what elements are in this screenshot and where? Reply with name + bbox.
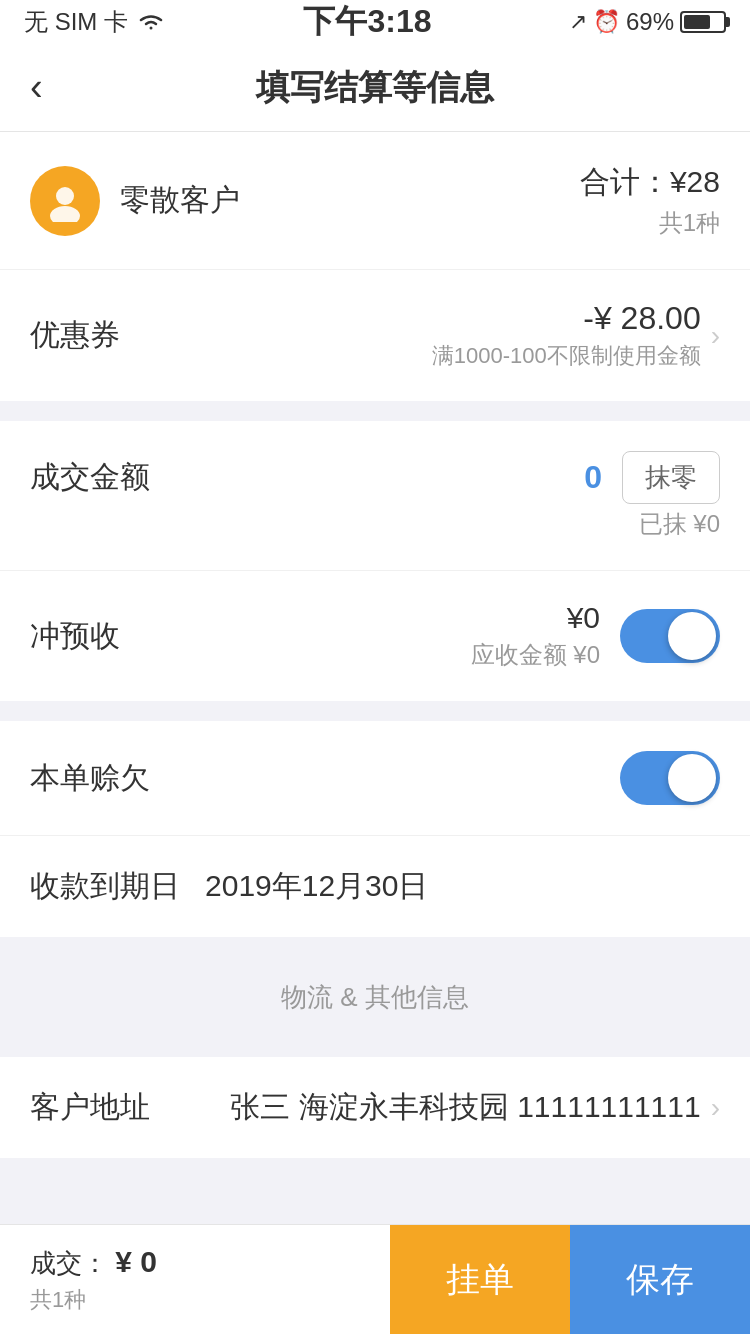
debt-section: 本单赊欠 xyxy=(0,721,750,835)
prepay-toggle[interactable] xyxy=(620,609,720,663)
avatar xyxy=(30,166,100,236)
svg-point-1 xyxy=(50,206,80,222)
prepay-amount: ¥0 xyxy=(471,601,600,635)
customer-section: 零散客户 合计：¥28 共1种 xyxy=(0,132,750,269)
divider-4 xyxy=(0,1037,750,1057)
alarm-icon: ⏰ xyxy=(593,9,620,35)
divider-1 xyxy=(0,401,750,421)
coupon-chevron-icon: › xyxy=(711,320,720,352)
logistics-header-text: 物流 & 其他信息 xyxy=(281,980,469,1015)
logistics-header: 物流 & 其他信息 xyxy=(0,957,750,1037)
divider-3 xyxy=(0,937,750,957)
prepay-row: 冲预收 ¥0 应收金额 ¥0 xyxy=(30,601,720,671)
status-time: 下午3:18 xyxy=(303,0,431,44)
status-left: 无 SIM 卡 xyxy=(24,6,166,38)
prepay-amount-wrap: ¥0 应收金额 ¥0 xyxy=(471,601,600,671)
prepay-section: 冲预收 ¥0 应收金额 ¥0 xyxy=(0,570,750,701)
coupon-section[interactable]: 优惠券 -¥ 28.00 满1000-100不限制使用金额 › xyxy=(0,269,750,401)
customer-right: 合计：¥28 共1种 xyxy=(580,162,720,239)
bottom-count: 共1种 xyxy=(30,1285,360,1315)
due-section: 收款到期日 2019年12月30日 xyxy=(0,835,750,937)
transaction-section: 成交金额 0 抹零 已抹 ¥0 xyxy=(0,421,750,570)
status-right: ↗ ⏰ 69% xyxy=(569,8,726,36)
address-value: 张三 海淀永丰科技园 11111111111 xyxy=(230,1087,700,1128)
round-zero-button[interactable]: 抹零 xyxy=(622,451,720,504)
coupon-amount: -¥ 28.00 xyxy=(432,300,701,337)
transaction-amount: 0 xyxy=(584,459,602,496)
battery-fill xyxy=(684,15,710,29)
toggle-knob xyxy=(668,612,716,660)
due-date-value: 2019年12月30日 xyxy=(205,869,428,902)
debt-toggle[interactable] xyxy=(620,751,720,805)
transaction-row: 成交金额 0 抹零 xyxy=(30,451,720,504)
location-icon: ↗ xyxy=(569,9,587,35)
prepay-right: ¥0 应收金额 ¥0 xyxy=(471,601,720,671)
transaction-sub: 已抹 ¥0 xyxy=(30,508,720,540)
debt-label: 本单赊欠 xyxy=(30,758,150,799)
address-section[interactable]: 客户地址 张三 海淀永丰科技园 11111111111 › xyxy=(0,1057,750,1158)
svg-point-0 xyxy=(56,187,74,205)
address-label: 客户地址 xyxy=(30,1087,150,1128)
due-label-text: 收款到期日 xyxy=(30,869,180,902)
back-button[interactable]: ‹ xyxy=(30,66,43,109)
coupon-desc: 满1000-100不限制使用金额 xyxy=(432,341,701,371)
address-chevron-icon: › xyxy=(711,1092,720,1124)
battery-percent: 69% xyxy=(626,8,674,36)
battery-icon xyxy=(680,11,726,33)
transaction-right: 0 抹零 xyxy=(584,451,720,504)
customer-total: 合计：¥28 xyxy=(580,162,720,203)
bottom-bar: 成交： ¥ 0 共1种 挂单 保存 xyxy=(0,1224,750,1334)
customer-name: 零散客户 xyxy=(120,180,240,221)
carrier-text: 无 SIM 卡 xyxy=(24,6,128,38)
address-right: 张三 海淀永丰科技园 11111111111 › xyxy=(230,1087,720,1128)
hang-order-button[interactable]: 挂单 xyxy=(390,1225,570,1335)
coupon-right: -¥ 28.00 满1000-100不限制使用金额 › xyxy=(432,300,720,371)
bottom-info: 成交： ¥ 0 共1种 xyxy=(0,1245,390,1315)
coupon-label: 优惠券 xyxy=(30,315,120,356)
status-bar: 无 SIM 卡 下午3:18 ↗ ⏰ 69% xyxy=(0,0,750,44)
customer-count: 共1种 xyxy=(580,207,720,239)
content: 零散客户 合计：¥28 共1种 优惠券 -¥ 28.00 满1000-100不限… xyxy=(0,132,750,1334)
divider-2 xyxy=(0,701,750,721)
prepay-label: 冲预收 xyxy=(30,616,120,657)
due-date-label: 收款到期日 2019年12月30日 xyxy=(30,869,429,902)
bottom-deal-label: 成交： xyxy=(30,1248,108,1278)
transaction-label: 成交金额 xyxy=(30,457,150,498)
debt-toggle-knob xyxy=(668,754,716,802)
customer-left: 零散客户 xyxy=(30,166,240,236)
bottom-deal-amount: ¥ 0 xyxy=(115,1245,157,1278)
avatar-icon xyxy=(44,180,86,222)
coupon-right-wrap: -¥ 28.00 满1000-100不限制使用金额 xyxy=(432,300,701,371)
bottom-deal-row: 成交： ¥ 0 xyxy=(30,1245,360,1281)
page-title: 填写结算等信息 xyxy=(256,65,494,111)
nav-bar: ‹ 填写结算等信息 xyxy=(0,44,750,132)
prepay-sub: 应收金额 ¥0 xyxy=(471,639,600,671)
wifi-icon xyxy=(136,12,166,32)
save-button[interactable]: 保存 xyxy=(570,1225,750,1335)
